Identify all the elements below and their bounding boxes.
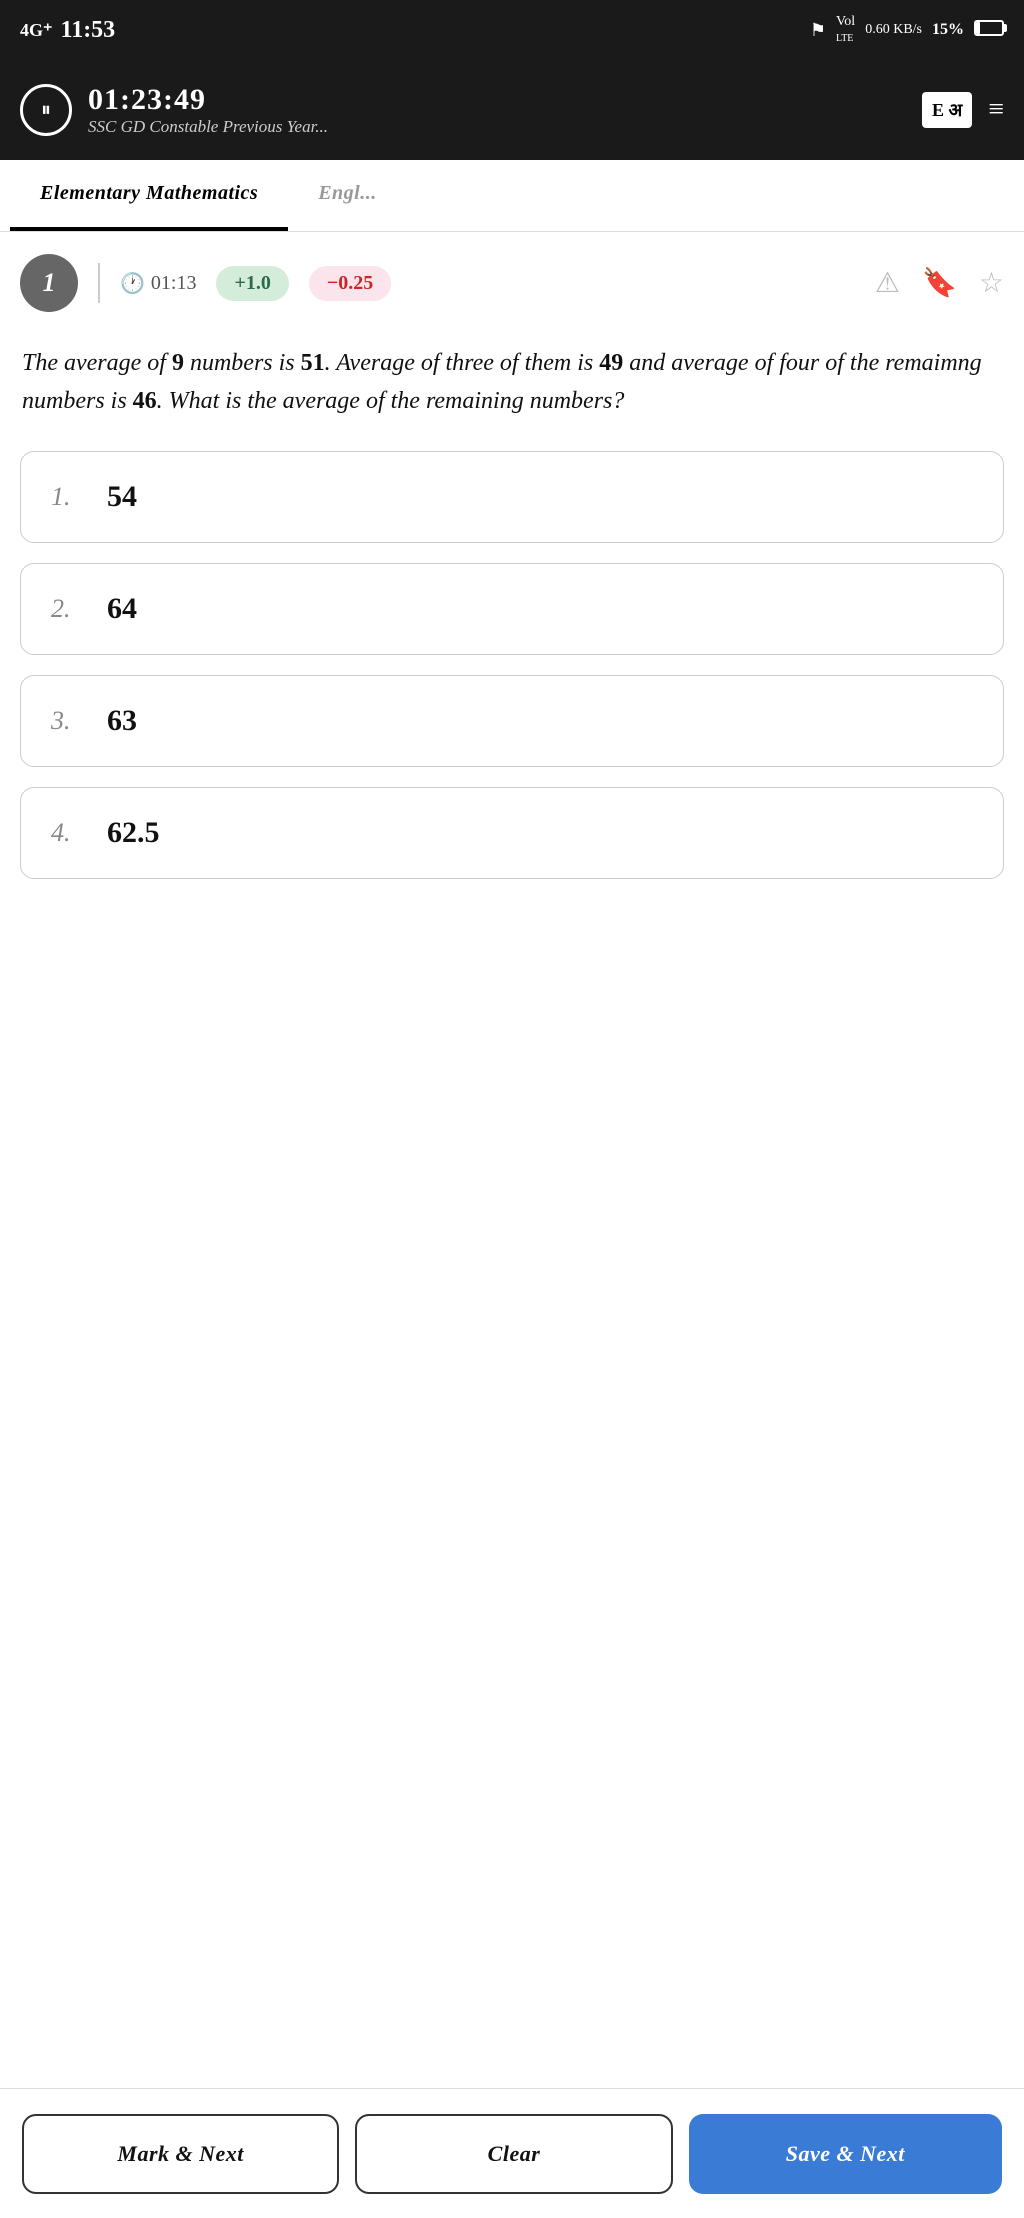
status-right: ⚑ VolLTE 0.60 KB/s 15% <box>810 14 1004 46</box>
question-body: The average of 9 numbers is 51. Average … <box>0 334 1024 451</box>
positive-mark-badge: +1.0 <box>216 266 288 301</box>
option-1-value: 54 <box>107 480 137 514</box>
divider <box>98 263 100 303</box>
option-2[interactable]: 2. 64 <box>20 563 1004 655</box>
clock-icon: 🕐 <box>120 271 145 296</box>
option-1[interactable]: 1. 54 <box>20 451 1004 543</box>
header-icons: E अ ≡ <box>922 92 1004 128</box>
bottom-action-bar: Mark & Next Clear Save & Next <box>0 2088 1024 2218</box>
option-3[interactable]: 3. 63 <box>20 675 1004 767</box>
pause-button[interactable]: ⏸ <box>20 84 72 136</box>
bookmark-icon[interactable]: 🔖 <box>922 266 957 300</box>
option-4-number: 4. <box>51 818 87 848</box>
clear-button[interactable]: Clear <box>355 2114 672 2194</box>
option-1-number: 1. <box>51 482 87 512</box>
bluetooth-icon: ⚑ <box>810 20 826 41</box>
status-time: 11:53 <box>61 17 116 44</box>
tab-english[interactable]: Engl... <box>288 160 407 231</box>
question-time: 01:13 <box>151 272 197 295</box>
language-toggle[interactable]: E अ <box>922 92 972 128</box>
lang-label: E अ <box>932 98 962 122</box>
battery-icon <box>974 20 1004 41</box>
mark-next-button[interactable]: Mark & Next <box>22 2114 339 2194</box>
option-4[interactable]: 4. 62.5 <box>20 787 1004 879</box>
option-2-number: 2. <box>51 594 87 624</box>
exam-timer: 01:23:49 <box>88 83 906 117</box>
vol-icon: VolLTE <box>836 14 855 46</box>
subject-tabs: Elementary Mathematics Engl... <box>0 160 1024 232</box>
menu-button[interactable]: ≡ <box>988 94 1004 126</box>
save-next-button[interactable]: Save & Next <box>689 2114 1002 2194</box>
app-header: ⏸ 01:23:49 SSC GD Constable Previous Yea… <box>0 60 1024 160</box>
pause-icon: ⏸ <box>41 99 51 122</box>
negative-mark-badge: −0.25 <box>309 266 391 301</box>
tab-math[interactable]: Elementary Mathematics <box>10 160 288 231</box>
question-timer: 🕐 01:13 <box>120 271 196 296</box>
option-3-value: 63 <box>107 704 137 738</box>
star-icon[interactable]: ☆ <box>979 266 1004 300</box>
option-3-number: 3. <box>51 706 87 736</box>
option-2-value: 64 <box>107 592 137 626</box>
option-4-value: 62.5 <box>107 816 160 850</box>
hamburger-icon: ≡ <box>988 94 1004 125</box>
status-bar: 4G⁺ 11:53 ⚑ VolLTE 0.60 KB/s 15% <box>0 0 1024 60</box>
question-number-badge: 1 <box>20 254 78 312</box>
options-list: 1. 54 2. 64 3. 63 4. 62.5 <box>0 451 1024 899</box>
header-info: 01:23:49 SSC GD Constable Previous Year.… <box>88 83 906 137</box>
warning-icon[interactable]: ⚠ <box>875 266 900 300</box>
exam-title: SSC GD Constable Previous Year... <box>88 117 906 137</box>
question-action-icons: ⚠ 🔖 ☆ <box>875 266 1004 300</box>
speed-text: 0.60 KB/s <box>865 22 922 38</box>
signal-icon: 4G⁺ <box>20 20 53 41</box>
question-text: The average of 9 numbers is 51. Average … <box>22 344 1002 421</box>
main-content: Elementary Mathematics Engl... 1 🕐 01:13… <box>0 160 1024 1039</box>
status-left: 4G⁺ 11:53 <box>20 17 115 44</box>
battery-text: 15% <box>932 21 964 39</box>
question-meta-bar: 1 🕐 01:13 +1.0 −0.25 ⚠ 🔖 ☆ <box>0 232 1024 334</box>
